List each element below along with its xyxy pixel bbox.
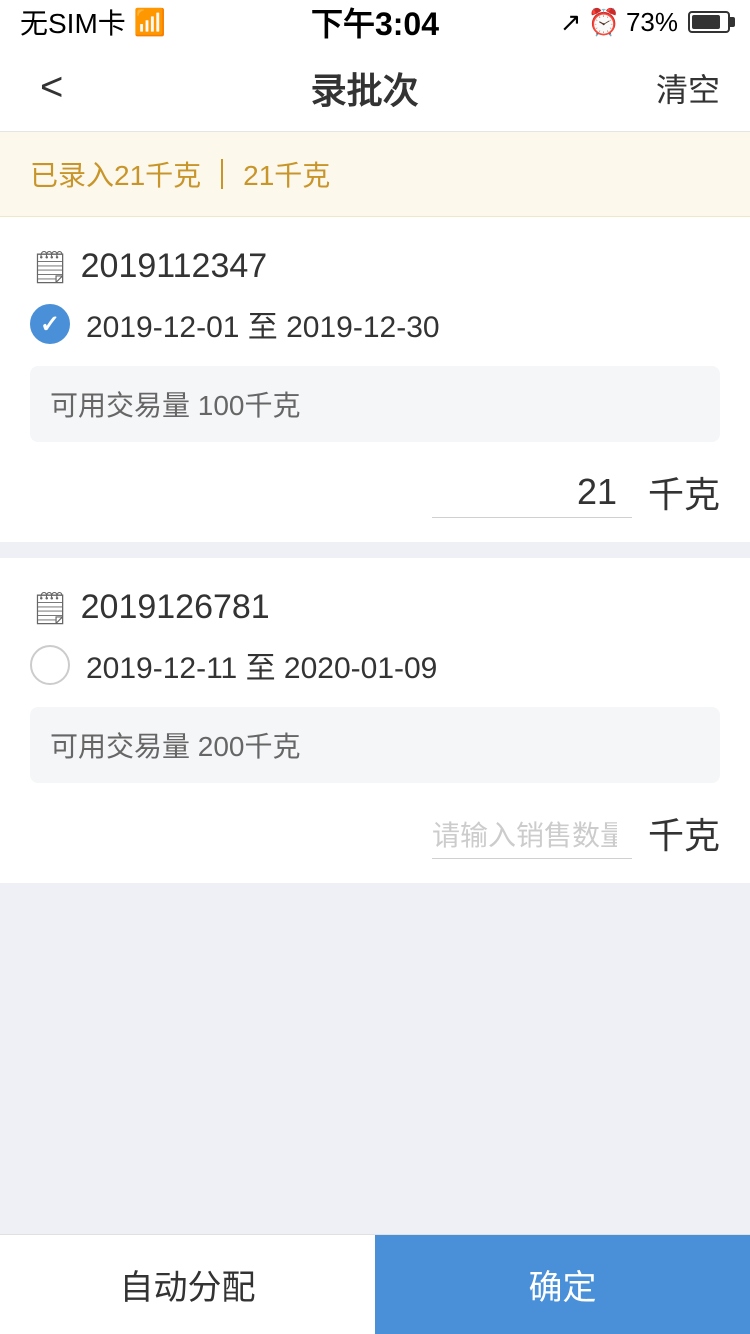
batch-1-radio[interactable] <box>30 304 70 344</box>
status-bar: 无SIM卡 📶 下午3:04 ↗ ⏰ 73% <box>0 0 750 44</box>
recorded-amount-value: 21千克 <box>243 154 330 194</box>
batch-1-availability: 可用交易量 100千克 <box>30 366 720 442</box>
battery-icon <box>688 11 730 33</box>
recorded-amount-label: 已录入21千克 <box>30 154 201 194</box>
batch-1-header: 🗒 2019112347 <box>30 247 720 286</box>
wifi-icon: 📶 <box>134 7 166 38</box>
batch-2-date: 2019-12-11 至 2020-01-09 <box>86 643 437 687</box>
separator-1 <box>0 542 750 558</box>
info-divider <box>221 159 223 189</box>
carrier-text: 无SIM卡 <box>20 2 126 42</box>
batch-2-id: 2019126781 <box>81 588 270 627</box>
batch-2-radio[interactable] <box>30 645 70 685</box>
bottom-bar: 自动分配 确定 <box>0 1234 750 1334</box>
info-banner: 已录入21千克 21千克 <box>0 132 750 217</box>
location-icon: ↗ <box>560 7 582 38</box>
page-title: 录批次 <box>311 62 419 114</box>
batch-item-2: 🗒 2019126781 2019-12-11 至 2020-01-09 可用交… <box>0 558 750 783</box>
batch-item-1: 🗒 2019112347 2019-12-01 至 2019-12-30 可用交… <box>0 217 750 442</box>
doc-icon-1: 🗒 <box>30 248 71 286</box>
batch-1-quantity-row: 千克 <box>0 442 750 542</box>
batch-1-id: 2019112347 <box>81 247 268 286</box>
clear-button[interactable]: 清空 <box>656 65 720 111</box>
batch-2-date-row[interactable]: 2019-12-11 至 2020-01-09 <box>30 643 720 687</box>
nav-bar: < 录批次 清空 <box>0 44 750 132</box>
batch-1-date: 2019-12-01 至 2019-12-30 <box>86 302 440 346</box>
doc-icon-2: 🗒 <box>30 589 71 627</box>
batch-2-availability: 可用交易量 200千克 <box>30 707 720 783</box>
batch-1-date-row[interactable]: 2019-12-01 至 2019-12-30 <box>30 302 720 346</box>
auto-distribute-button[interactable]: 自动分配 <box>0 1235 375 1334</box>
status-time: 下午3:04 <box>311 0 439 45</box>
batch-2-header: 🗒 2019126781 <box>30 588 720 627</box>
batch-2-unit: 千克 <box>648 807 720 859</box>
batch-2-quantity-input[interactable] <box>432 808 632 859</box>
status-right: ↗ ⏰ 73% <box>560 7 730 38</box>
status-carrier: 无SIM卡 📶 <box>20 2 166 42</box>
alarm-icon: ⏰ <box>588 7 620 38</box>
batch-1-quantity-input[interactable] <box>432 467 632 518</box>
battery-percent: 73% <box>626 7 678 38</box>
batch-1-unit: 千克 <box>648 466 720 518</box>
back-button[interactable]: < <box>30 55 73 120</box>
confirm-button[interactable]: 确定 <box>375 1235 750 1334</box>
batch-2-quantity-row: 千克 <box>0 783 750 883</box>
